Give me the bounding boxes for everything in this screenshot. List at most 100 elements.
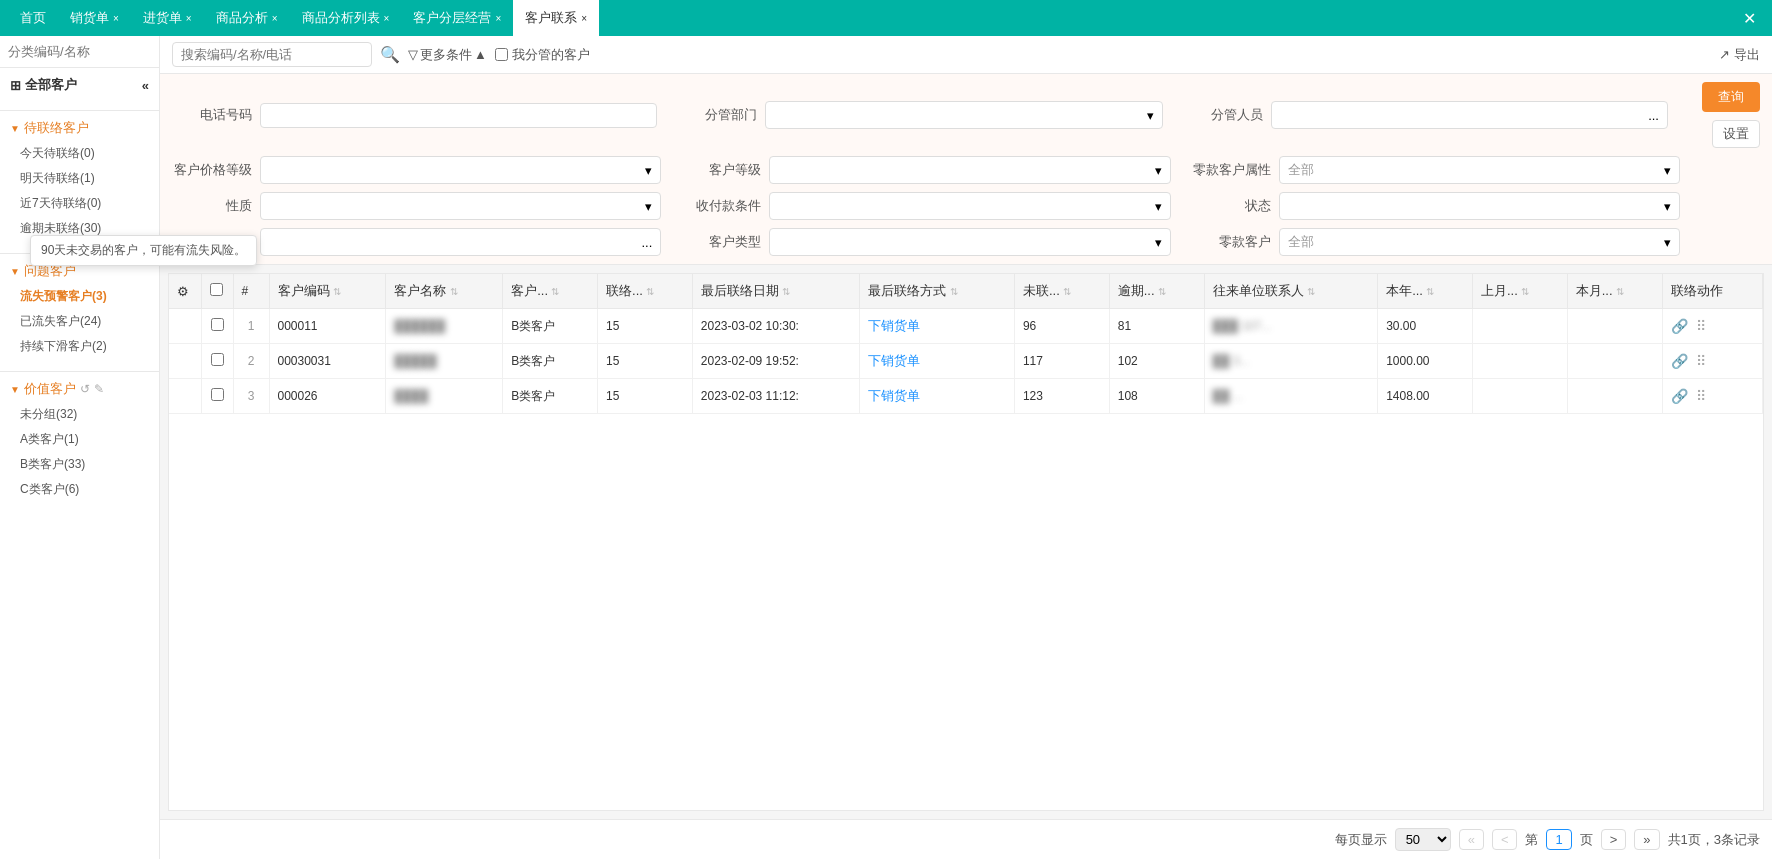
action-link-icon-2[interactable]: 🔗 bbox=[1671, 388, 1688, 404]
sidebar-item-class-a[interactable]: A类客户(1) bbox=[0, 427, 159, 452]
sidebar-item-tomorrow-pending[interactable]: 明天待联络(1) bbox=[0, 166, 159, 191]
action-link-icon-0[interactable]: 🔗 bbox=[1671, 318, 1688, 334]
cell-type-0: B类客户 bbox=[503, 309, 598, 344]
close-tab-purchase[interactable]: × bbox=[186, 13, 192, 24]
sort-icon-this-month[interactable]: ⇅ bbox=[1616, 286, 1624, 297]
sort-icon-name[interactable]: ⇅ bbox=[450, 286, 458, 297]
export-button[interactable]: ↗ 导出 bbox=[1719, 46, 1760, 64]
gear-icon[interactable]: ⚙ bbox=[177, 284, 189, 299]
first-page-button[interactable]: « bbox=[1459, 829, 1484, 850]
close-tab-analysis[interactable]: × bbox=[272, 13, 278, 24]
query-button[interactable]: 查询 bbox=[1702, 82, 1760, 112]
nav-tab-analysis-list[interactable]: 商品分析列表 × bbox=[290, 0, 402, 36]
filter-dept-select[interactable]: ▾ bbox=[765, 101, 1162, 129]
close-all-tabs[interactable]: ✕ bbox=[1735, 9, 1764, 28]
cell-checkbox-1[interactable] bbox=[201, 344, 233, 379]
sidebar-all-customers[interactable]: ⊞ 全部客户 « bbox=[0, 68, 159, 102]
cell-action-1[interactable]: 🔗 ⠿ bbox=[1662, 344, 1762, 379]
filter-manager-select[interactable]: ... bbox=[1271, 101, 1668, 129]
sidebar-search-input[interactable] bbox=[8, 44, 160, 59]
col-contact[interactable]: 联络... ⇅ bbox=[598, 274, 693, 309]
cell-checkbox-0[interactable] bbox=[201, 309, 233, 344]
cell-way-2[interactable]: 下销货单 bbox=[860, 379, 1015, 414]
col-this-year[interactable]: 本年... ⇅ bbox=[1378, 274, 1473, 309]
my-customers-check[interactable] bbox=[495, 48, 508, 61]
filter-customer-type-select[interactable]: ▾ bbox=[769, 228, 1170, 256]
sidebar-item-class-c[interactable]: C类客户(6) bbox=[0, 477, 159, 502]
sidebar-item-today-pending[interactable]: 今天待联络(0) bbox=[0, 141, 159, 166]
filter-payment-select[interactable]: ▾ bbox=[769, 192, 1170, 220]
action-more-icon-2[interactable]: ⠿ bbox=[1696, 388, 1706, 404]
filter-phone-input[interactable] bbox=[260, 103, 657, 128]
sort-icon-uncontacted[interactable]: ⇅ bbox=[1063, 286, 1071, 297]
settings-button[interactable]: 设置 bbox=[1712, 120, 1760, 148]
col-code[interactable]: 客户编码 ⇅ bbox=[269, 274, 386, 309]
filter-price-level-select[interactable]: ▾ bbox=[260, 156, 661, 184]
close-tab-customer-layer[interactable]: × bbox=[495, 13, 501, 24]
nav-tab-sales[interactable]: 销货单 × bbox=[58, 0, 131, 36]
filter-customer-level-select[interactable]: ▾ bbox=[769, 156, 1170, 184]
nav-tab-purchase[interactable]: 进货单 × bbox=[131, 0, 204, 36]
sidebar-group-value-title[interactable]: ▼ 价值客户 ↺ ✎ bbox=[0, 376, 159, 402]
cell-way-0[interactable]: 下销货单 bbox=[860, 309, 1015, 344]
col-last-contact-way[interactable]: 最后联络方式 ⇅ bbox=[860, 274, 1015, 309]
sidebar-item-churned[interactable]: 已流失客户(24) bbox=[0, 309, 159, 334]
refresh-icon[interactable]: ↺ bbox=[80, 382, 90, 396]
close-tab-analysis-list[interactable]: × bbox=[384, 13, 390, 24]
sort-icon-last-month[interactable]: ⇅ bbox=[1521, 286, 1529, 297]
close-tab-sales[interactable]: × bbox=[113, 13, 119, 24]
cell-action-0[interactable]: 🔗 ⠿ bbox=[1662, 309, 1762, 344]
action-link-icon-1[interactable]: 🔗 bbox=[1671, 353, 1688, 369]
col-overdue[interactable]: 逾期... ⇅ bbox=[1109, 274, 1204, 309]
nav-home[interactable]: 首页 bbox=[8, 0, 58, 36]
sidebar-group-pending-title[interactable]: ▼ 待联络客户 bbox=[0, 115, 159, 141]
select-all-checkbox[interactable] bbox=[210, 283, 223, 296]
col-this-month[interactable]: 本月... ⇅ bbox=[1567, 274, 1662, 309]
filter-region-select[interactable]: ... bbox=[260, 228, 661, 256]
nav-tab-analysis[interactable]: 商品分析 × bbox=[204, 0, 290, 36]
last-page-button[interactable]: » bbox=[1634, 829, 1659, 850]
col-type[interactable]: 客户... ⇅ bbox=[503, 274, 598, 309]
sidebar-item-declining[interactable]: 持续下滑客户(2) bbox=[0, 334, 159, 359]
per-page-select[interactable]: 50 20 100 bbox=[1395, 828, 1451, 851]
sort-icon-way[interactable]: ⇅ bbox=[950, 286, 958, 297]
action-more-icon-1[interactable]: ⠿ bbox=[1696, 353, 1706, 369]
collapse-sidebar-icon[interactable]: « bbox=[142, 78, 149, 93]
nav-tab-customer-contact[interactable]: 客户联系 × bbox=[513, 0, 599, 36]
cell-checkbox-2[interactable] bbox=[201, 379, 233, 414]
nav-tab-customer-layer[interactable]: 客户分层经营 × bbox=[401, 0, 513, 36]
action-more-icon-0[interactable]: ⠿ bbox=[1696, 318, 1706, 334]
sort-icon-year[interactable]: ⇅ bbox=[1426, 286, 1434, 297]
col-last-month[interactable]: 上月... ⇅ bbox=[1472, 274, 1567, 309]
col-last-contact-date[interactable]: 最后联络日期 ⇅ bbox=[692, 274, 859, 309]
sidebar-item-7days-pending[interactable]: 近7天待联络(0) bbox=[0, 191, 159, 216]
cell-way-1[interactable]: 下销货单 bbox=[860, 344, 1015, 379]
sort-icon-overdue[interactable]: ⇅ bbox=[1158, 286, 1166, 297]
filter-search-button[interactable]: 🔍 bbox=[380, 45, 400, 64]
filter-status-select[interactable]: ▾ bbox=[1279, 192, 1680, 220]
col-uncontacted[interactable]: 未联... ⇅ bbox=[1014, 274, 1109, 309]
sort-icon-code[interactable]: ⇅ bbox=[333, 286, 341, 297]
cell-action-2[interactable]: 🔗 ⠿ bbox=[1662, 379, 1762, 414]
col-gear[interactable]: ⚙ bbox=[169, 274, 201, 309]
filter-nature-select[interactable]: ▾ bbox=[260, 192, 661, 220]
close-tab-customer-contact[interactable]: × bbox=[581, 13, 587, 24]
prev-page-button[interactable]: < bbox=[1492, 829, 1518, 850]
sort-icon-unit[interactable]: ⇅ bbox=[1307, 286, 1315, 297]
sort-icon-contact[interactable]: ⇅ bbox=[646, 286, 654, 297]
sidebar-item-class-b[interactable]: B类客户(33) bbox=[0, 452, 159, 477]
filter-zero-customer-select[interactable]: 全部 ▾ bbox=[1279, 228, 1680, 256]
filter-search-input[interactable] bbox=[172, 42, 372, 67]
next-page-button[interactable]: > bbox=[1601, 829, 1627, 850]
col-unit-contact[interactable]: 往来单位联系人 ⇅ bbox=[1204, 274, 1378, 309]
sidebar-item-churn-warning[interactable]: 流失预警客户(3) bbox=[0, 284, 159, 309]
more-conditions-toggle[interactable]: ▽ 更多条件 ▲ bbox=[408, 46, 487, 64]
sort-icon-type[interactable]: ⇅ bbox=[551, 286, 559, 297]
sidebar-item-unclassified[interactable]: 未分组(32) bbox=[0, 402, 159, 427]
filter-manager-label: 分管人员 bbox=[1183, 106, 1263, 124]
col-name[interactable]: 客户名称 ⇅ bbox=[386, 274, 503, 309]
edit-icon[interactable]: ✎ bbox=[94, 382, 104, 396]
sort-icon-date[interactable]: ⇅ bbox=[782, 286, 790, 297]
my-customers-checkbox[interactable]: 我分管的客户 bbox=[495, 46, 590, 64]
filter-zero-attr-select[interactable]: 全部 ▾ bbox=[1279, 156, 1680, 184]
